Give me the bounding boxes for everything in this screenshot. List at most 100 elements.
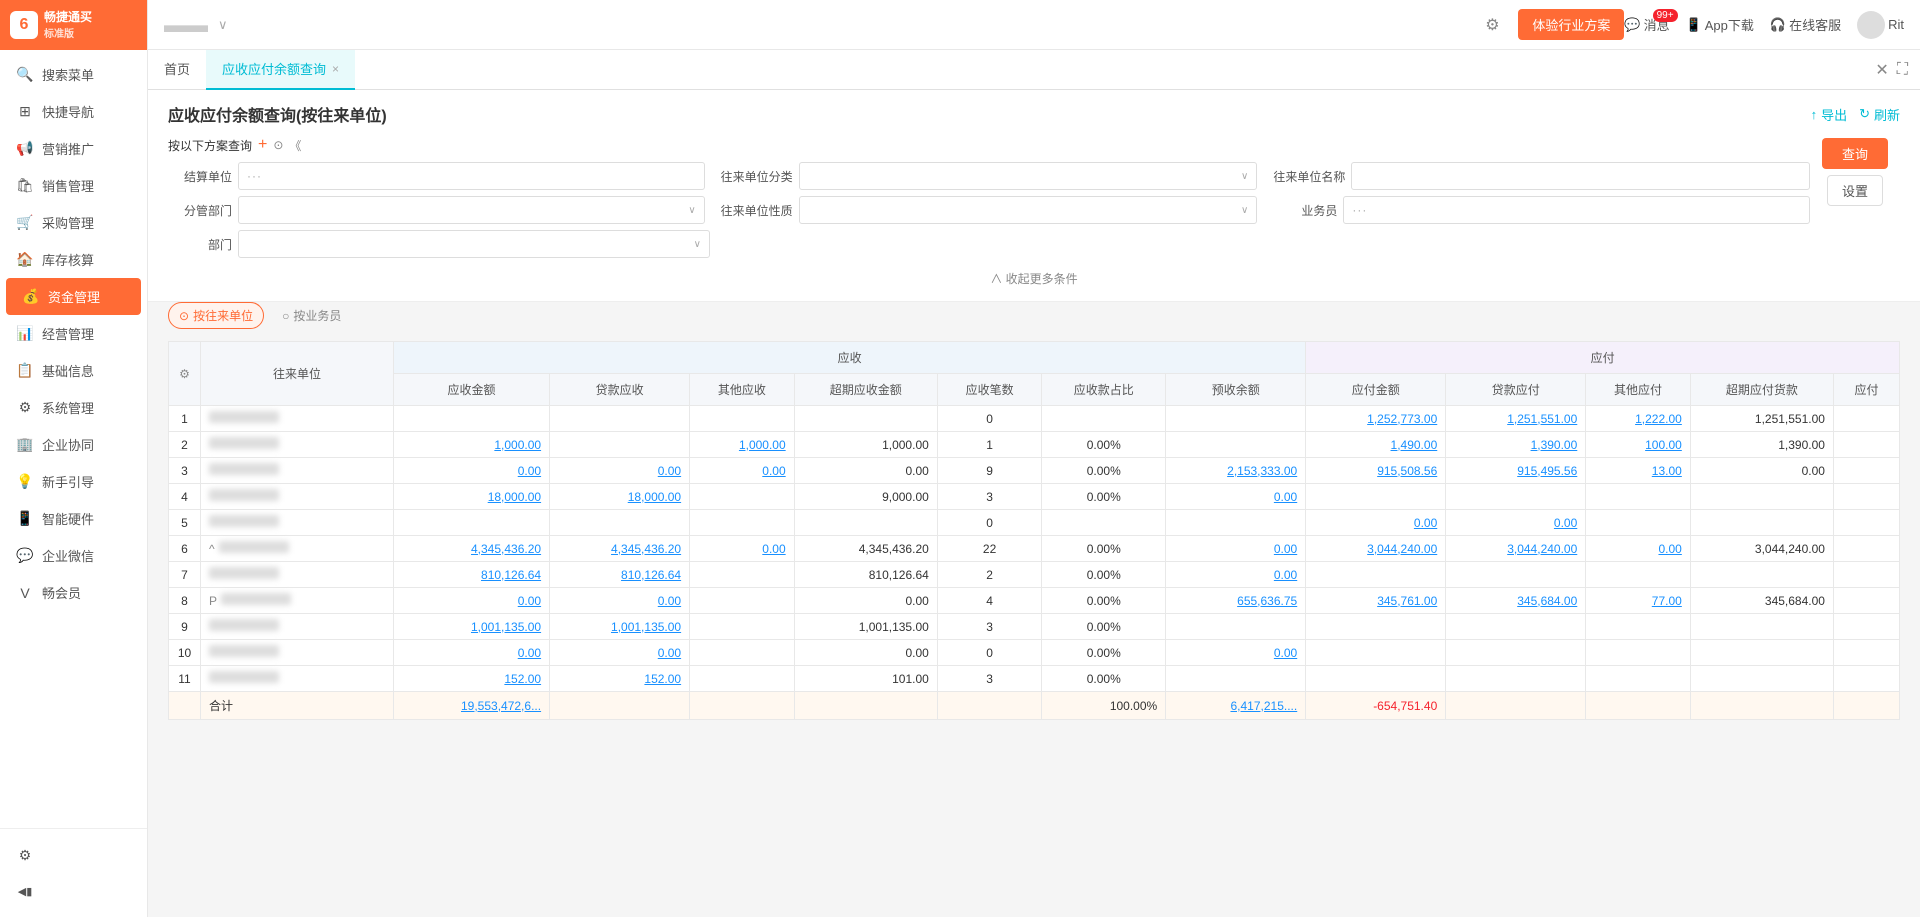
table-settings-icon[interactable]: ⚙	[179, 367, 190, 381]
table-cell[interactable]: 1,001,135.00	[550, 614, 690, 640]
sidebar-item-enterprise[interactable]: 🏢企业协同	[0, 426, 147, 463]
table-cell[interactable]: 152.00	[550, 666, 690, 692]
table-cell[interactable]: 2,153,333.00	[1166, 458, 1306, 484]
user-item[interactable]: Rit	[1857, 11, 1904, 39]
filter-collapse-icon[interactable]: 《	[289, 137, 301, 154]
table-cell[interactable]: 0.00	[690, 458, 795, 484]
table-cell[interactable]: 0.00	[1446, 510, 1586, 536]
division-dept-input[interactable]: ∨	[238, 196, 705, 224]
sidebar-item-quick-nav[interactable]: ⊞快捷导航	[0, 93, 147, 130]
sidebar-item-sales[interactable]: 🛍销售管理	[0, 167, 147, 204]
table-cell[interactable]: 0.00	[393, 458, 549, 484]
sidebar-item-capital[interactable]: 💰资金管理	[6, 278, 141, 315]
table-cell[interactable]: 915,495.56	[1446, 458, 1586, 484]
table-cell[interactable]: 810,126.64	[393, 562, 549, 588]
online-service-item[interactable]: 🎧 在线客服	[1770, 15, 1841, 34]
table-cell[interactable]: 345,761.00	[1306, 588, 1446, 614]
table-cell[interactable]: 0.00	[393, 640, 549, 666]
marketing-icon: 📢	[16, 140, 34, 158]
table-cell[interactable]: 18,000.00	[393, 484, 549, 510]
table-cell[interactable]: 0.00	[1166, 484, 1306, 510]
table-cell[interactable]: 13.00	[1586, 458, 1691, 484]
query-button[interactable]: 查询	[1822, 138, 1888, 169]
tab-close-window[interactable]: ✕	[1875, 60, 1888, 80]
sidebar-item-search-menu[interactable]: 🔍搜索菜单	[0, 56, 147, 93]
row-number: 10	[169, 640, 201, 666]
table-cell[interactable]: 4,345,436.20	[393, 536, 549, 562]
table-cell[interactable]: 0.00	[1586, 536, 1691, 562]
table-cell	[1833, 536, 1899, 562]
table-cell[interactable]: 0.00	[1166, 562, 1306, 588]
table-cell[interactable]: 0.00	[550, 588, 690, 614]
dept-input[interactable]: ∨	[238, 230, 710, 258]
table-cell[interactable]: 3,044,240.00	[1446, 536, 1586, 562]
msg-item[interactable]: 💬 消息 99+	[1624, 15, 1669, 34]
partner-category-input[interactable]: ∨	[799, 162, 1258, 190]
salesperson-input[interactable]: ···	[1343, 196, 1810, 224]
table-cell[interactable]: 1,001,135.00	[393, 614, 549, 640]
table-cell[interactable]: 0.00	[393, 588, 549, 614]
table-cell[interactable]: 4,345,436.20	[550, 536, 690, 562]
table-cell[interactable]: 0.00	[1166, 640, 1306, 666]
scheme-by-partner[interactable]: ⊙ 按往来单位	[168, 302, 264, 329]
partner-name-blurred	[219, 541, 289, 553]
table-cell[interactable]: 0.00	[1306, 510, 1446, 536]
table-cell[interactable]: 1,000.00	[690, 432, 795, 458]
app-download-item[interactable]: 📱 App下载	[1686, 15, 1754, 34]
filter-option-icon[interactable]: ⊙	[273, 138, 283, 152]
table-cell[interactable]: 0.00	[690, 536, 795, 562]
table-cell[interactable]: 1,490.00	[1306, 432, 1446, 458]
sidebar-item-marketing[interactable]: 📢营销推广	[0, 130, 147, 167]
table-cell[interactable]: 655,636.75	[1166, 588, 1306, 614]
tab-fullscreen[interactable]: ⛶	[1897, 61, 1908, 79]
table-cell[interactable]: 77.00	[1586, 588, 1691, 614]
table-cell[interactable]: 1,000.00	[393, 432, 549, 458]
total-ar-amount[interactable]: 19,553,472,6...	[393, 692, 549, 720]
table-cell[interactable]: 915,508.56	[1306, 458, 1446, 484]
sidebar-footer-collapse[interactable]: ◀▮	[0, 873, 147, 909]
scheme-by-salesperson[interactable]: ○ 按业务员	[272, 303, 351, 328]
table-cell[interactable]: 0.00	[550, 640, 690, 666]
sidebar-item-guide[interactable]: 💡新手引导	[0, 463, 147, 500]
table-cell[interactable]: 810,126.64	[550, 562, 690, 588]
sidebar-item-operation[interactable]: 📊经营管理	[0, 315, 147, 352]
table-cell: 0.00	[1690, 458, 1833, 484]
table-cell[interactable]: 1,222.00	[1586, 406, 1691, 432]
promo-button[interactable]: 体验行业方案	[1518, 9, 1624, 40]
sidebar-item-system[interactable]: ⚙系统管理	[0, 389, 147, 426]
partner-name-input[interactable]	[1351, 162, 1810, 190]
filter-add-icon[interactable]: +	[258, 136, 267, 154]
table-cell[interactable]: 3,044,240.00	[1306, 536, 1446, 562]
tab-home[interactable]: 首页	[148, 50, 206, 90]
table-cell[interactable]: 1,251,551.00	[1446, 406, 1586, 432]
export-button[interactable]: ↑ 导出	[1811, 105, 1848, 124]
table-cell[interactable]: 100.00	[1586, 432, 1691, 458]
sidebar-item-hardware[interactable]: 📱智能硬件	[0, 500, 147, 537]
table-cell	[1446, 640, 1586, 666]
sidebar-item-inventory[interactable]: 🏠库存核算	[0, 241, 147, 278]
table-cell[interactable]: 0.00	[1166, 536, 1306, 562]
sidebar-item-vip[interactable]: V畅会员	[0, 574, 147, 611]
online-service-label: 在线客服	[1789, 15, 1841, 34]
table-cell[interactable]: 1,390.00	[1446, 432, 1586, 458]
table-cell[interactable]: 345,684.00	[1446, 588, 1586, 614]
total-prepay[interactable]: 6,417,215....	[1166, 692, 1306, 720]
settings-gear[interactable]: ⚙	[1478, 11, 1506, 39]
tab-close-icon[interactable]: ×	[332, 62, 339, 76]
sidebar-footer-settings[interactable]: ⚙	[0, 837, 147, 873]
table-cell[interactable]: 152.00	[393, 666, 549, 692]
table-cell[interactable]: 18,000.00	[550, 484, 690, 510]
collapse-bar[interactable]: ∧ 收起更多条件	[168, 264, 1900, 293]
setting-button[interactable]: 设置	[1827, 175, 1883, 206]
settlement-unit-input[interactable]: ···	[238, 162, 705, 190]
refresh-button[interactable]: ↻ 刷新	[1859, 105, 1900, 124]
sidebar-item-basic-info[interactable]: 📋基础信息	[0, 352, 147, 389]
sidebar-item-wechat[interactable]: 💬企业微信	[0, 537, 147, 574]
table-row: 100.000.000.0000.00%0.00	[169, 640, 1900, 666]
partner-nature-input[interactable]: ∨	[799, 196, 1258, 224]
tab-arquery[interactable]: 应收应付余额查询 ×	[206, 50, 355, 90]
table-cell[interactable]: 0.00	[550, 458, 690, 484]
table-cell[interactable]: 1,252,773.00	[1306, 406, 1446, 432]
sidebar-item-purchase[interactable]: 🛒采购管理	[0, 204, 147, 241]
table-cell: 2	[937, 562, 1042, 588]
